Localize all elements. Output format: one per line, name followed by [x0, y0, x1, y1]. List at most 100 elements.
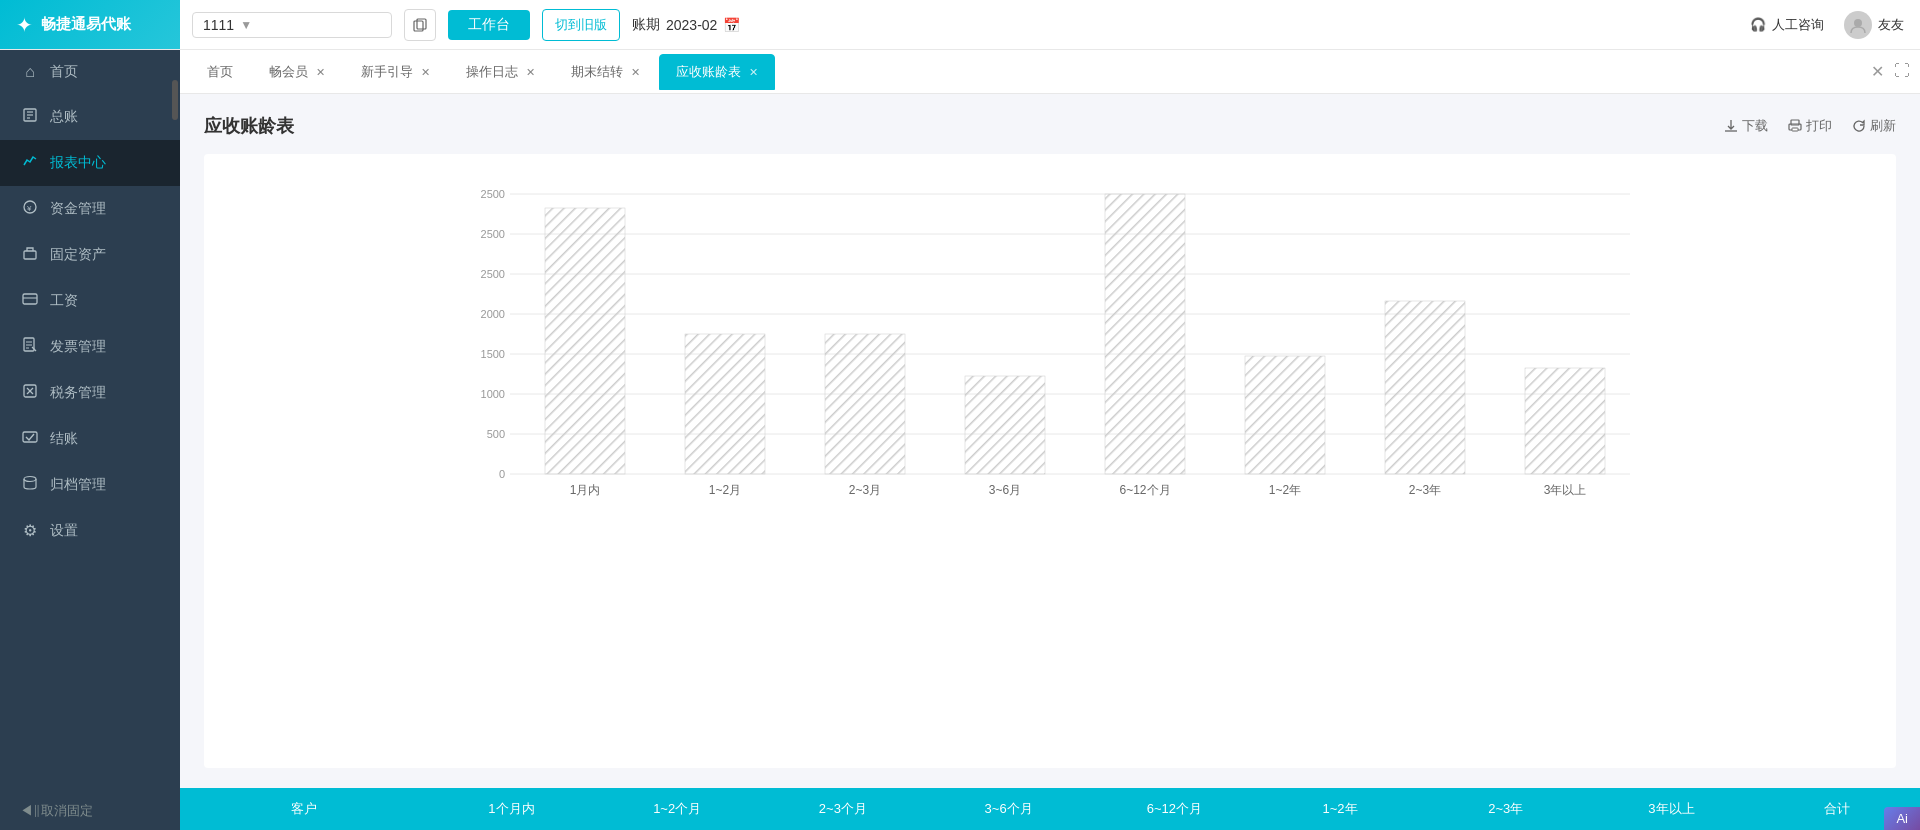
svg-text:1月内: 1月内 — [570, 483, 601, 497]
svg-text:6~12个月: 6~12个月 — [1119, 483, 1170, 497]
th-1-2year: 1~2年 — [1257, 800, 1423, 818]
expand-tabs-icon[interactable]: ⛶ — [1894, 62, 1910, 81]
sidebar-item-funds[interactable]: ¥ 资金管理 — [0, 186, 180, 232]
username: 友友 — [1878, 16, 1904, 34]
svg-rect-50 — [1105, 194, 1185, 474]
home-icon: ⌂ — [20, 63, 40, 81]
company-name: 1111 — [203, 17, 234, 33]
sidebar-item-reports[interactable]: 报表中心 — [0, 140, 180, 186]
svg-text:2500: 2500 — [481, 228, 505, 240]
svg-rect-44 — [685, 334, 765, 474]
logo-area: ✦ 畅捷通易代账 — [0, 0, 180, 49]
th-3year-plus: 3年以上 — [1589, 800, 1755, 818]
table-header: 客户 1个月内 1~2个月 2~3个月 3~6个月 6~12个月 1~2年 2~… — [180, 788, 1920, 830]
switch-version-button[interactable]: 切到旧版 — [542, 9, 620, 41]
chart-container: 2500 2500 2500 2000 1500 1000 500 0 — [204, 154, 1896, 768]
svg-text:1000: 1000 — [481, 388, 505, 400]
assets-icon — [20, 245, 40, 265]
header-right: 🎧 人工咨询 友友 — [1750, 11, 1904, 39]
copy-button[interactable] — [404, 9, 436, 41]
close-tab-period-end[interactable]: ✕ — [631, 66, 640, 79]
sidebar: ⌂ 首页 总账 报表中心 ¥ 资金管理 固定资产 — [0, 50, 180, 830]
svg-rect-48 — [965, 376, 1045, 474]
svg-text:1500: 1500 — [481, 348, 505, 360]
svg-text:¥: ¥ — [26, 204, 32, 213]
svg-rect-52 — [1245, 356, 1325, 474]
close-all-tabs-icon[interactable]: ✕ — [1871, 62, 1884, 81]
workbench-button[interactable]: 工作台 — [448, 10, 530, 40]
settings-icon: ⚙ — [20, 521, 40, 540]
reports-icon — [20, 153, 40, 173]
svg-text:2500: 2500 — [481, 268, 505, 280]
close-tab-aging[interactable]: ✕ — [749, 66, 758, 79]
scroll-indicator — [172, 80, 178, 120]
invoice-icon — [20, 337, 40, 357]
logo-text: 畅捷通易代账 — [41, 15, 131, 34]
company-selector[interactable]: 1111 ▼ — [192, 12, 392, 38]
svg-rect-9 — [24, 251, 36, 259]
logo-icon: ✦ — [16, 13, 33, 37]
svg-text:2~3月: 2~3月 — [849, 483, 881, 497]
page-title: 应收账龄表 — [204, 114, 294, 138]
chart-area: 2500 2500 2500 2000 1500 1000 500 0 — [224, 174, 1876, 748]
calendar-icon[interactable]: 📅 — [723, 17, 740, 33]
sidebar-item-payroll[interactable]: 工资 — [0, 278, 180, 324]
th-6-12month: 6~12个月 — [1091, 800, 1257, 818]
sidebar-item-settings[interactable]: ⚙ 设置 — [0, 508, 180, 553]
consult-button[interactable]: 🎧 人工咨询 — [1750, 16, 1824, 34]
page-content: 应收账龄表 下载 打印 刷新 — [180, 94, 1920, 788]
refresh-button[interactable]: 刷新 — [1852, 117, 1896, 135]
funds-icon: ¥ — [20, 199, 40, 219]
svg-text:1~2月: 1~2月 — [709, 483, 741, 497]
svg-point-2 — [1854, 19, 1862, 27]
tabs-actions: ✕ ⛶ — [1871, 62, 1910, 81]
ledger-icon — [20, 107, 40, 127]
tab-home[interactable]: 首页 — [190, 54, 250, 90]
period-value: 2023-02 — [666, 17, 717, 33]
svg-rect-46 — [825, 334, 905, 474]
user-area[interactable]: 友友 — [1844, 11, 1904, 39]
svg-text:0: 0 — [499, 468, 505, 480]
svg-text:1~2年: 1~2年 — [1269, 483, 1301, 497]
tab-oplog[interactable]: 操作日志 ✕ — [449, 54, 552, 90]
sidebar-item-ledger[interactable]: 总账 — [0, 94, 180, 140]
sidebar-item-assets[interactable]: 固定资产 — [0, 232, 180, 278]
top-header: ✦ 畅捷通易代账 1111 ▼ 工作台 切到旧版 账期 2023-02 📅 🎧 … — [0, 0, 1920, 50]
sidebar-item-home[interactable]: ⌂ 首页 — [0, 50, 180, 94]
th-2-3year: 2~3年 — [1423, 800, 1589, 818]
sidebar-item-archive[interactable]: 归档管理 — [0, 462, 180, 508]
tab-aging[interactable]: 应收账龄表 ✕ — [659, 54, 775, 90]
tab-period-end[interactable]: 期末结转 ✕ — [554, 54, 657, 90]
sidebar-item-settle[interactable]: 结账 — [0, 416, 180, 462]
tab-member[interactable]: 畅会员 ✕ — [252, 54, 342, 90]
page-actions: 下载 打印 刷新 — [1724, 117, 1896, 135]
unpin-button[interactable]: ◀‖取消固定 — [0, 792, 180, 830]
ai-badge[interactable]: Ai — [1884, 807, 1920, 830]
close-tab-oplog[interactable]: ✕ — [526, 66, 535, 79]
tabs-bar: 首页 畅会员 ✕ 新手引导 ✕ 操作日志 ✕ 期末结转 ✕ 应收账龄表 ✕ — [180, 50, 1920, 94]
page-header: 应收账龄表 下载 打印 刷新 — [204, 114, 1896, 138]
sidebar-item-invoice[interactable]: 发票管理 — [0, 324, 180, 370]
tax-icon — [20, 383, 40, 403]
svg-rect-54 — [1385, 301, 1465, 474]
close-tab-guide[interactable]: ✕ — [421, 66, 430, 79]
download-button[interactable]: 下载 — [1724, 117, 1768, 135]
period-area: 账期 2023-02 📅 — [632, 16, 740, 34]
th-customer: 客户 — [180, 800, 429, 818]
tab-guide[interactable]: 新手引导 ✕ — [344, 54, 447, 90]
svg-point-20 — [24, 477, 36, 482]
period-label: 账期 — [632, 16, 660, 34]
th-2-3month: 2~3个月 — [760, 800, 926, 818]
close-tab-member[interactable]: ✕ — [316, 66, 325, 79]
svg-text:3~6月: 3~6月 — [989, 483, 1021, 497]
headset-icon: 🎧 — [1750, 17, 1766, 32]
sidebar-item-tax[interactable]: 税务管理 — [0, 370, 180, 416]
svg-rect-10 — [23, 294, 37, 304]
svg-text:2~3年: 2~3年 — [1409, 483, 1441, 497]
th-1month: 1个月内 — [429, 800, 595, 818]
th-1-2month: 1~2个月 — [594, 800, 760, 818]
settle-icon — [20, 429, 40, 449]
print-button[interactable]: 打印 — [1788, 117, 1832, 135]
svg-text:2500: 2500 — [481, 188, 505, 200]
payroll-icon — [20, 291, 40, 311]
